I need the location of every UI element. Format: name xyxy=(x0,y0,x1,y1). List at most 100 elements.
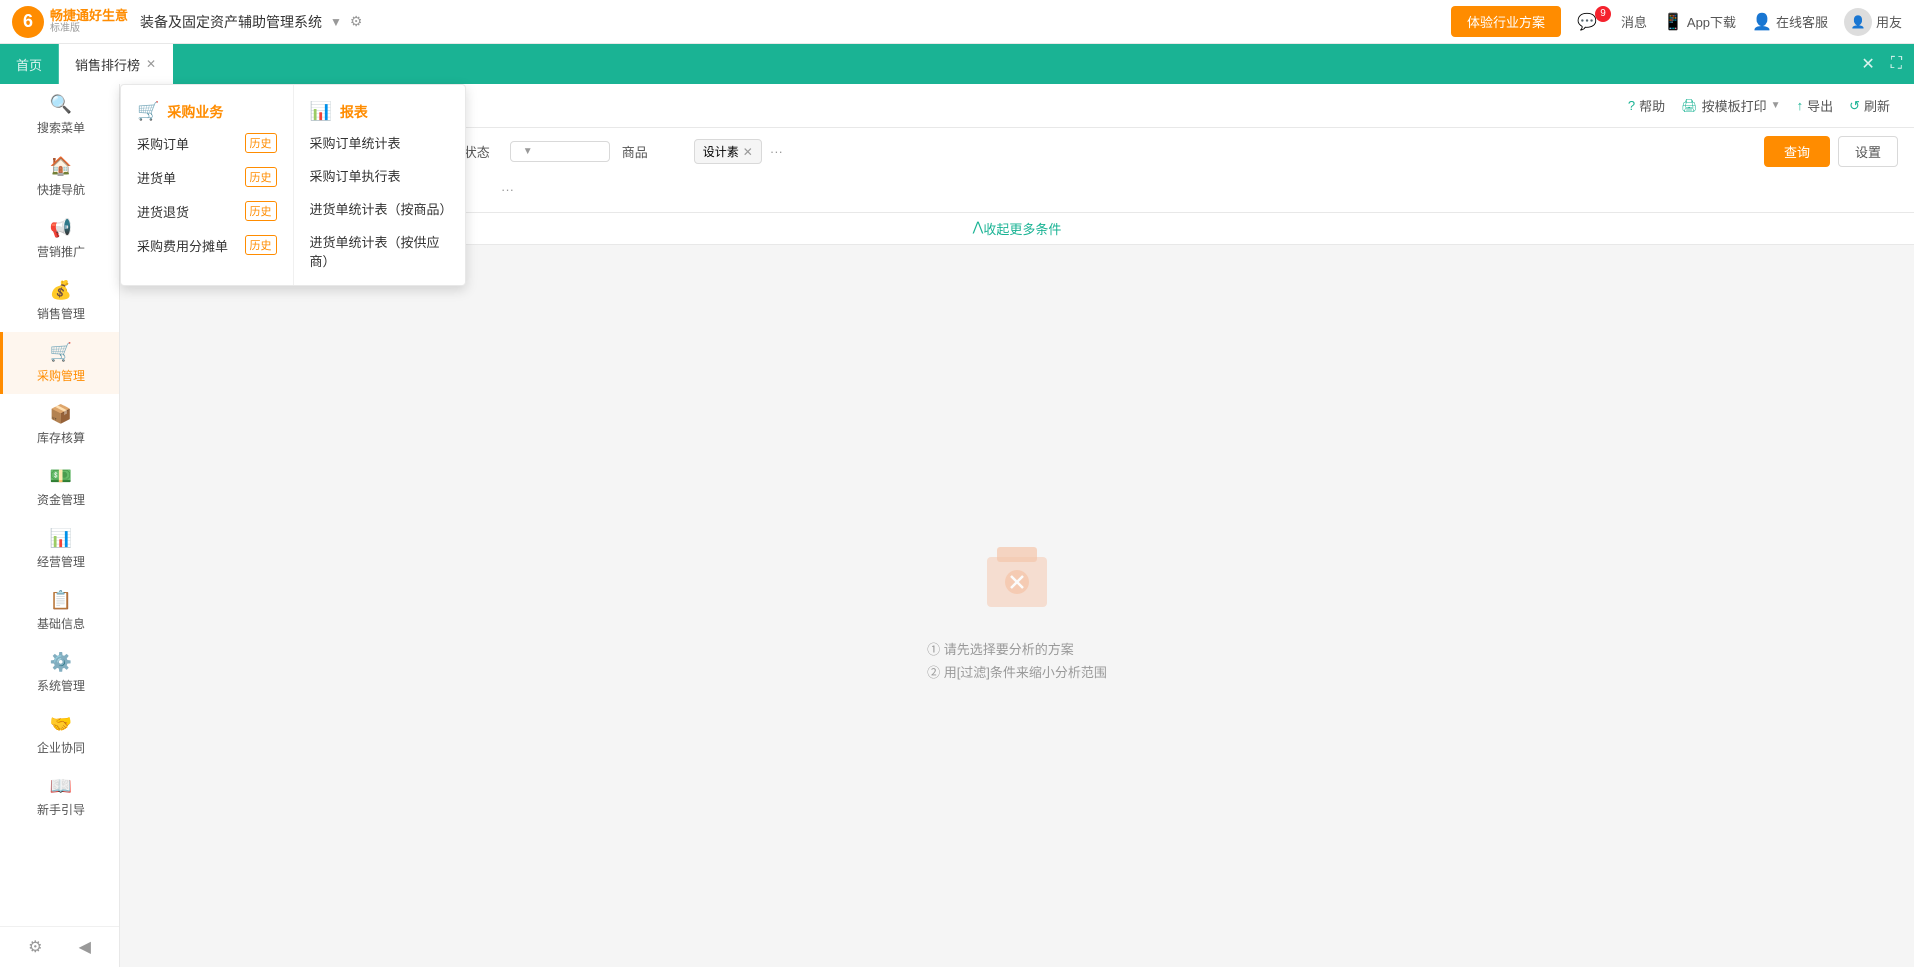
sidebar-collapse-icon[interactable]: ◀ xyxy=(79,937,91,957)
empty-illustration xyxy=(967,527,1067,627)
system-title-arrow-icon[interactable]: ▼ xyxy=(330,15,342,29)
basic-info-icon: 📋 xyxy=(50,590,72,611)
dropdown-item-purchase-order[interactable]: 采购订单 历史 xyxy=(121,126,293,160)
sidebar: 🔍 搜索菜单 🏠 快捷导航 📢 营销推广 💰 销售管理 🛒 采购管理 📦 库存核… xyxy=(0,84,120,967)
inventory-icon: 📦 xyxy=(50,404,72,425)
phone-icon: 📱 xyxy=(1663,12,1683,32)
purchase-col-header: 🛒 采购业务 xyxy=(121,93,293,126)
sales-icon: 💰 xyxy=(50,280,72,301)
refresh-button[interactable]: ↺ 刷新 xyxy=(1841,92,1898,119)
online-service-label: 在线客服 xyxy=(1776,12,1828,31)
help-icon: ? xyxy=(1628,98,1635,113)
tab-sales-rank-label: 销售排行榜 xyxy=(75,55,140,74)
goods-label: 商品 xyxy=(622,142,682,161)
export-button[interactable]: ↑ 导出 xyxy=(1789,92,1842,119)
dropdown-item-goods-return-label: 进货退货 xyxy=(137,202,189,221)
purchase-dropdown-menu: 🛒 采购业务 采购订单 历史 进货单 历史 进货退货 历史 采购费用分摊单 历史 xyxy=(120,84,466,286)
dropdown-item-purchase-order-exec[interactable]: 采购订单执行表 xyxy=(294,159,466,192)
dropdown-item-purchase-order-stats[interactable]: 采购订单统计表 xyxy=(294,126,466,159)
tab-close-icon[interactable]: ✕ xyxy=(146,57,156,71)
refresh-label: 刷新 xyxy=(1864,96,1890,115)
logo-text: 畅捷通好生意 标准版 xyxy=(50,8,128,36)
refresh-icon: ↺ xyxy=(1849,98,1860,114)
sidebar-item-sales[interactable]: 💰 销售管理 xyxy=(0,270,119,332)
purchase-icon: 🛒 xyxy=(50,342,72,363)
purchase-col-icon: 🛒 xyxy=(137,101,159,122)
setting-button[interactable]: 设置 xyxy=(1838,136,1898,167)
print-button[interactable]: 🖨 按模板打印 ▼ xyxy=(1673,92,1788,119)
export-label: 导出 xyxy=(1807,96,1833,115)
tab-maximize-icon[interactable]: ⛶ xyxy=(1887,51,1906,77)
dropdown-item-goods-receipt-label: 进货单 xyxy=(137,168,176,187)
collapse-icon: ⋀ xyxy=(973,219,984,238)
sidebar-item-quick-nav[interactable]: 🏠 快捷导航 xyxy=(0,146,119,208)
messages-label: 消息 xyxy=(1621,12,1647,31)
purchase-col-title: 采购业务 xyxy=(167,102,223,122)
sidebar-item-guide[interactable]: 📖 新手引导 xyxy=(0,766,119,828)
report-col-icon: 📊 xyxy=(310,101,332,122)
dropdown-item-goods-return[interactable]: 进货退货 历史 xyxy=(121,194,293,228)
help-button[interactable]: ? 帮助 xyxy=(1620,92,1673,119)
history-badge-0: 历史 xyxy=(245,133,277,153)
sidebar-item-inventory[interactable]: 📦 库存核算 xyxy=(0,394,119,456)
sidebar-item-enterprise[interactable]: 🤝 企业协同 xyxy=(0,704,119,766)
app-download-button[interactable]: 📱 App下载 xyxy=(1663,12,1736,32)
voucher-status-select[interactable]: ▼ xyxy=(510,141,610,162)
sidebar-item-purchase-label: 采购管理 xyxy=(37,367,85,384)
dropdown-item-goods-stats-by-goods[interactable]: 进货单统计表（按商品） xyxy=(294,192,466,225)
operations-icon: 📊 xyxy=(50,528,72,549)
logo-main-text: 畅捷通好生意 xyxy=(50,8,128,24)
guide-icon: 📖 xyxy=(50,776,72,797)
action-buttons: 查询 设置 xyxy=(1764,136,1898,167)
print-label: 按模板打印 xyxy=(1702,96,1767,115)
export-icon: ↑ xyxy=(1797,98,1804,113)
dropdown-item-purchase-expense-label: 采购费用分摊单 xyxy=(137,236,228,255)
dropdown-item-purchase-expense[interactable]: 采购费用分摊单 历史 xyxy=(121,228,293,262)
empty-tip1: ① 请先选择要分析的方案 xyxy=(927,639,1107,658)
sidebar-item-operations[interactable]: 📊 经营管理 xyxy=(0,518,119,580)
sidebar-item-purchase[interactable]: 🛒 采购管理 xyxy=(0,332,119,394)
tab-home[interactable]: 首页 xyxy=(0,44,59,84)
sidebar-item-quick-nav-label: 快捷导航 xyxy=(37,181,85,198)
empty-text: ① 请先选择要分析的方案 ② 用[过滤]条件来缩小分析范围 xyxy=(927,639,1107,685)
sidebar-settings-icon[interactable]: ⚙ xyxy=(28,937,42,957)
system-settings-icon[interactable]: ⚙ xyxy=(350,13,363,30)
sidebar-item-search[interactable]: 🔍 搜索菜单 xyxy=(0,84,119,146)
query-button[interactable]: 查询 xyxy=(1764,136,1830,167)
funds-icon: 💵 xyxy=(50,466,72,487)
messages-icon: 💬 xyxy=(1577,12,1597,32)
logo-sub-text: 标准版 xyxy=(50,23,128,35)
report-col: 📊 报表 采购订单统计表 采购订单执行表 进货单统计表（按商品） 进货单统计表（… xyxy=(294,85,466,285)
report-col-header: 📊 报表 xyxy=(294,93,466,126)
enterprise-icon: 🤝 xyxy=(50,714,72,735)
header-right: 💬 9 消息 📱 App下载 👤 在线客服 👤 用友 xyxy=(1577,8,1902,36)
messages-badge: 9 xyxy=(1595,6,1611,22)
main-layout: 🔍 搜索菜单 🏠 快捷导航 📢 营销推广 💰 销售管理 🛒 采购管理 📦 库存核… xyxy=(0,84,1914,967)
sidebar-item-funds[interactable]: 💵 资金管理 xyxy=(0,456,119,518)
sidebar-item-marketing-label: 营销推广 xyxy=(37,243,85,260)
tab-close-all-icon[interactable]: ✕ xyxy=(1857,50,1878,78)
messages-button[interactable]: 💬 9 消息 xyxy=(1577,12,1647,32)
system-title-text: 装备及固定资产辅助管理系统 xyxy=(140,12,322,32)
dropdown-item-goods-receipt[interactable]: 进货单 历史 xyxy=(121,160,293,194)
goods-more-icon[interactable]: ··· xyxy=(766,144,787,159)
system-title-area: 装备及固定资产辅助管理系统 ▼ ⚙ xyxy=(140,12,1451,32)
sidebar-item-guide-label: 新手引导 xyxy=(37,801,85,818)
customer-more-icon[interactable]: ··· xyxy=(497,182,518,197)
dropdown-item-goods-stats-by-supplier[interactable]: 进货单统计表（按供应商） xyxy=(294,225,466,277)
sidebar-item-system[interactable]: ⚙️ 系统管理 xyxy=(0,642,119,704)
tab-bar-right: ✕ ⛶ xyxy=(1857,50,1914,78)
help-label: 帮助 xyxy=(1639,96,1665,115)
trial-button[interactable]: 体验行业方案 xyxy=(1451,6,1561,37)
history-badge-1: 历史 xyxy=(245,167,277,187)
sidebar-item-marketing[interactable]: 📢 营销推广 xyxy=(0,208,119,270)
user-area[interactable]: 👤 用友 xyxy=(1844,8,1902,36)
tab-sales-rank[interactable]: 销售排行榜 ✕ xyxy=(59,44,173,84)
online-service-button[interactable]: 👤 在线客服 xyxy=(1752,12,1828,32)
logo-area: 6 畅捷通好生意 标准版 xyxy=(12,6,132,38)
goods-tag-remove-icon[interactable]: ✕ xyxy=(743,145,753,159)
dropdown-item-goods-stats-by-goods-label: 进货单统计表（按商品） xyxy=(310,199,450,218)
app-download-label: App下载 xyxy=(1687,12,1736,31)
user-label: 用友 xyxy=(1876,12,1902,31)
sidebar-item-basic-info[interactable]: 📋 基础信息 xyxy=(0,580,119,642)
